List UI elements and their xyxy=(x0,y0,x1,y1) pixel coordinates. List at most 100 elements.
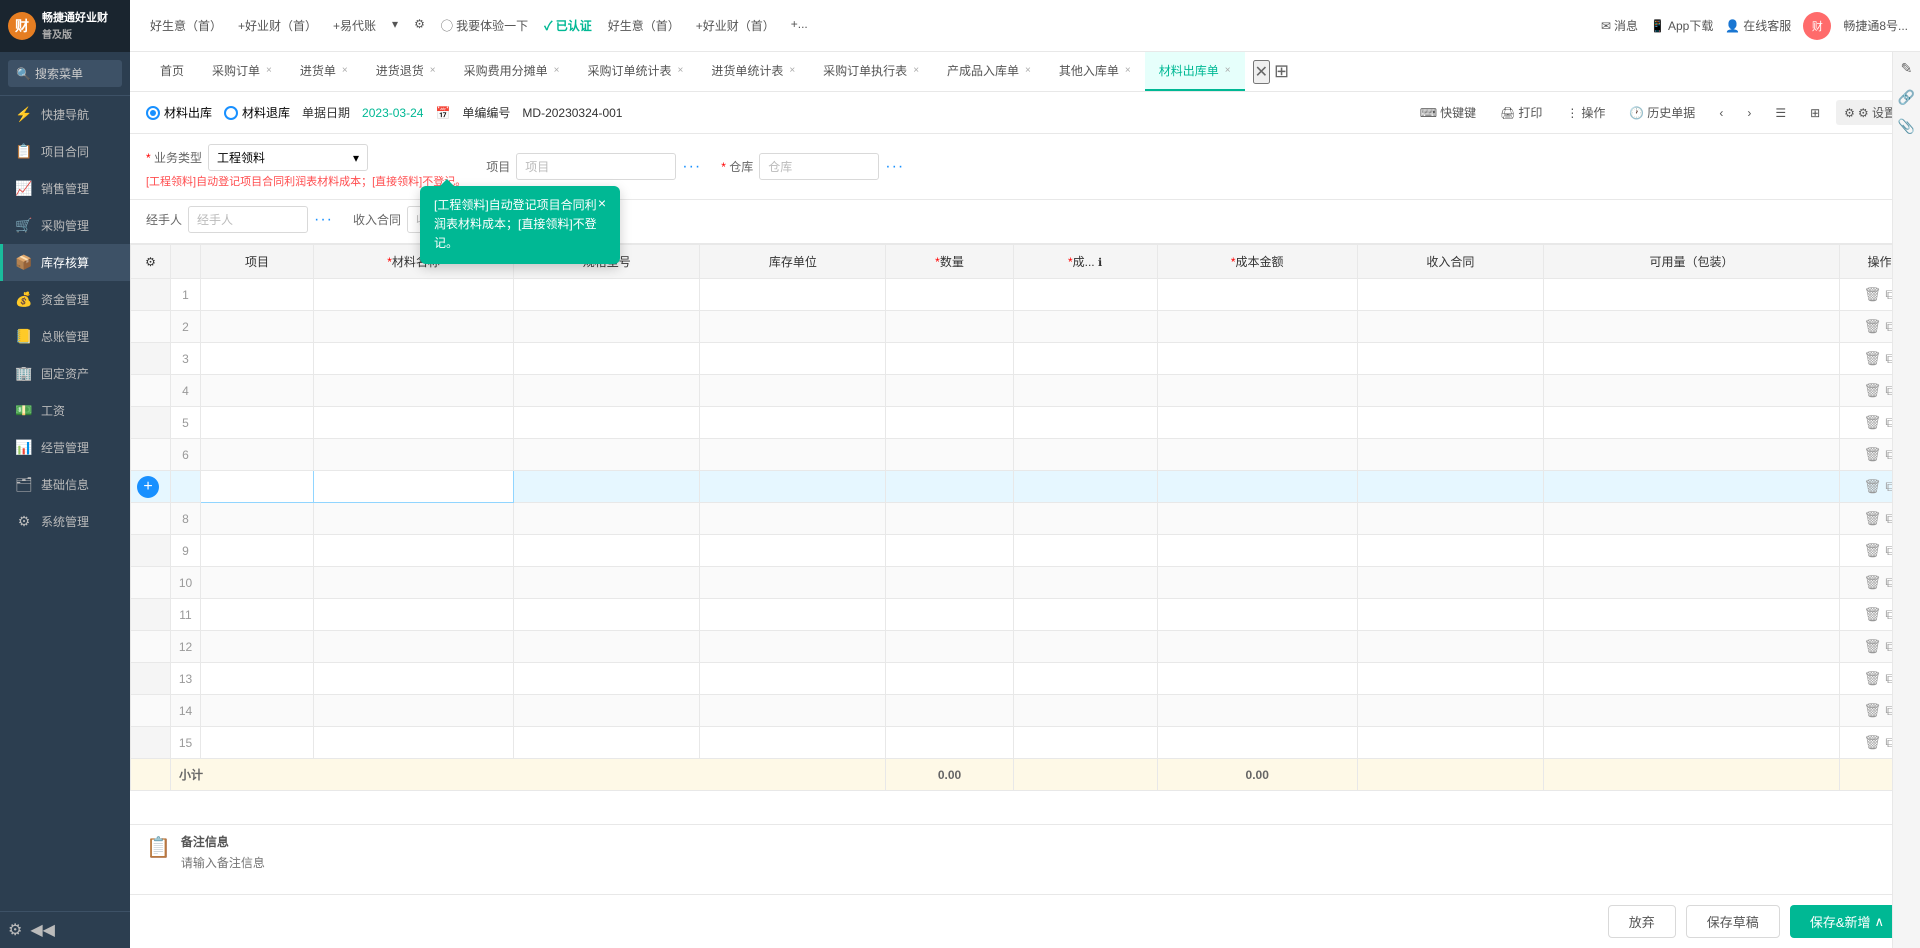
row-cost[interactable] xyxy=(1013,279,1157,311)
history-btn[interactable]: 🕐 历史单据 xyxy=(1621,100,1703,125)
sidebar-item-ops[interactable]: 📊 经营管理 xyxy=(0,429,130,466)
panel-icon-3[interactable]: 📎 xyxy=(1898,118,1915,135)
tab-close-inbound-return[interactable]: × xyxy=(430,65,436,76)
panel-icon-1[interactable]: ✎ xyxy=(1901,60,1913,77)
sidebar-item-ledger[interactable]: 📒 总账管理 xyxy=(0,318,130,355)
topnav-haoshengyi2[interactable]: 好生意（首） xyxy=(600,13,688,38)
row-unit[interactable] xyxy=(700,279,886,311)
sidebar-item-project[interactable]: 📋 项目合同 xyxy=(0,133,130,170)
row-material[interactable] xyxy=(313,279,513,311)
view2-btn[interactable]: ⊞ xyxy=(1802,102,1828,124)
tab-close-inbound[interactable]: × xyxy=(342,65,348,76)
topnav-haoshengyi[interactable]: 好生意（首） xyxy=(142,13,230,38)
topnav-haoyecai[interactable]: +好业财（首） xyxy=(230,13,325,38)
add-row-button[interactable]: + xyxy=(137,476,159,498)
message-btn[interactable]: ✉ 消息 xyxy=(1601,17,1638,34)
sidebar-item-purchase[interactable]: 🛒 采购管理 xyxy=(0,207,130,244)
settings-button[interactable]: ⚙ xyxy=(8,920,22,940)
shortcut-key-btn[interactable]: ⌨ 快键键 xyxy=(1412,100,1484,125)
sidebar-item-inventory[interactable]: 📦 库存核算 xyxy=(0,244,130,281)
row-available[interactable] xyxy=(1543,279,1839,311)
online-service-btn[interactable]: 👤 在线客服 xyxy=(1725,17,1791,34)
topnav-haoyecai2[interactable]: +好业财（首） xyxy=(688,13,783,38)
tab-close-material-out[interactable]: × xyxy=(1225,65,1231,76)
tab-close-inbound-stats[interactable]: × xyxy=(789,65,795,76)
close-tab-btn[interactable]: ✕ xyxy=(1253,60,1270,84)
tab-purchase-expense[interactable]: 采购费用分摊单 × xyxy=(450,52,574,91)
row-income-contract[interactable] xyxy=(1357,279,1543,311)
tooltip-close-btn[interactable]: × xyxy=(598,196,606,210)
save-new-button[interactable]: 保存&新增 ∧ xyxy=(1790,905,1904,938)
row-project[interactable] xyxy=(201,279,314,311)
delete-row-btn[interactable]: 🗑 xyxy=(1864,318,1882,335)
project-select[interactable]: 项目 xyxy=(516,153,676,180)
tab-close-purchase[interactable]: × xyxy=(266,65,272,76)
tab-close-order-exec[interactable]: × xyxy=(913,65,919,76)
collapse-button[interactable]: ◀◀ xyxy=(30,920,55,940)
delete-row-btn[interactable]: 🗑 xyxy=(1864,382,1882,399)
calendar-icon[interactable]: 📅 xyxy=(435,106,450,120)
tab-inbound[interactable]: 进货单 × xyxy=(286,52,362,91)
delete-row-btn[interactable]: 🗑 xyxy=(1864,542,1882,559)
app-download-btn[interactable]: 📱 App下载 xyxy=(1650,17,1713,34)
delete-row-btn[interactable]: 🗑 xyxy=(1864,670,1882,687)
warehouse-dots[interactable]: ··· xyxy=(885,158,904,176)
topnav-experience[interactable]: ◯ 我要体验一下 xyxy=(433,13,536,38)
delete-row-btn[interactable]: 🗑 xyxy=(1864,478,1882,495)
operate-btn[interactable]: ⋮ 操作 xyxy=(1558,100,1613,125)
sidebar-item-payroll[interactable]: 💵 工资 xyxy=(0,392,130,429)
row-cost-amount[interactable] xyxy=(1157,279,1357,311)
panel-icon-2[interactable]: 🔗 xyxy=(1898,89,1915,106)
handler-dots[interactable]: ··· xyxy=(314,211,333,229)
user-avatar[interactable]: 财 xyxy=(1803,12,1831,40)
handler-select[interactable]: 经手人 xyxy=(188,206,308,233)
tab-material-out[interactable]: 材料出库单 × xyxy=(1145,52,1245,91)
sidebar-item-shortcut[interactable]: ⚡ 快捷导航 xyxy=(0,96,130,133)
discard-button[interactable]: 放弃 xyxy=(1608,905,1676,938)
row-quantity[interactable] xyxy=(886,279,1013,311)
delete-row-btn[interactable]: 🗑 xyxy=(1864,606,1882,623)
save-draft-button[interactable]: 保存草稿 xyxy=(1686,905,1780,938)
tab-inbound-return[interactable]: 进货退货 × xyxy=(362,52,450,91)
print-btn[interactable]: 🖨 打印 xyxy=(1492,100,1550,125)
tab-nav-icon[interactable]: ⊞ xyxy=(1274,61,1289,82)
delete-row-btn[interactable]: 🗑 xyxy=(1864,510,1882,527)
topnav-settings-icon[interactable]: ⚙ xyxy=(406,13,433,38)
search-menu-button[interactable]: 🔍 搜索菜单 xyxy=(8,60,122,87)
radio-material-out[interactable]: 材料出库 xyxy=(146,104,212,121)
delete-row-btn[interactable]: 🗑 xyxy=(1864,414,1882,431)
project-dots[interactable]: ··· xyxy=(682,158,701,176)
sidebar-item-system[interactable]: ⚙ 系统管理 xyxy=(0,503,130,540)
delete-row-btn[interactable]: 🗑 xyxy=(1864,574,1882,591)
delete-row-btn[interactable]: 🗑 xyxy=(1864,350,1882,367)
sidebar-item-asset[interactable]: 🏢 固定资产 xyxy=(0,355,130,392)
tab-close-expense[interactable]: × xyxy=(554,65,560,76)
tab-order-exec[interactable]: 采购订单执行表 × xyxy=(809,52,933,91)
tab-other-inbound[interactable]: 其他入库单 × xyxy=(1045,52,1145,91)
business-type-select[interactable]: 工程领料 ▾ xyxy=(208,144,368,171)
tab-close-other[interactable]: × xyxy=(1125,65,1131,76)
tab-home[interactable]: 首页 xyxy=(146,52,198,91)
tab-inbound-stats[interactable]: 进货单统计表 × xyxy=(697,52,809,91)
tab-purchase-stats[interactable]: 采购订单统计表 × xyxy=(573,52,697,91)
delete-row-btn[interactable]: 🗑 xyxy=(1864,734,1882,751)
topnav-dropdown[interactable]: ▾ xyxy=(384,13,406,38)
next-btn[interactable]: › xyxy=(1739,102,1759,124)
delete-row-btn[interactable]: 🗑 xyxy=(1864,702,1882,719)
topnav-more[interactable]: +... xyxy=(783,13,816,38)
tab-close-finished[interactable]: × xyxy=(1025,65,1031,76)
col-settings[interactable]: ⚙ xyxy=(131,245,171,279)
sidebar-item-base[interactable]: 🗂 基础信息 xyxy=(0,466,130,503)
tab-close-purchase-stats[interactable]: × xyxy=(677,65,683,76)
topnav-yidaizhang[interactable]: +易代账 xyxy=(325,13,384,38)
radio-material-return[interactable]: 材料退库 xyxy=(224,104,290,121)
tab-purchase-order[interactable]: 采购订单 × xyxy=(198,52,286,91)
view1-btn[interactable]: ☰ xyxy=(1767,102,1794,124)
delete-row-btn[interactable]: 🗑 xyxy=(1864,638,1882,655)
sidebar-item-sales[interactable]: 📈 销售管理 xyxy=(0,170,130,207)
prev-btn[interactable]: ‹ xyxy=(1711,102,1731,124)
form-date-value[interactable]: 2023-03-24 xyxy=(362,106,423,120)
delete-row-btn[interactable]: 🗑 xyxy=(1864,446,1882,463)
warehouse-select[interactable]: 仓库 xyxy=(759,153,879,180)
delete-row-btn[interactable]: 🗑 xyxy=(1864,286,1882,303)
